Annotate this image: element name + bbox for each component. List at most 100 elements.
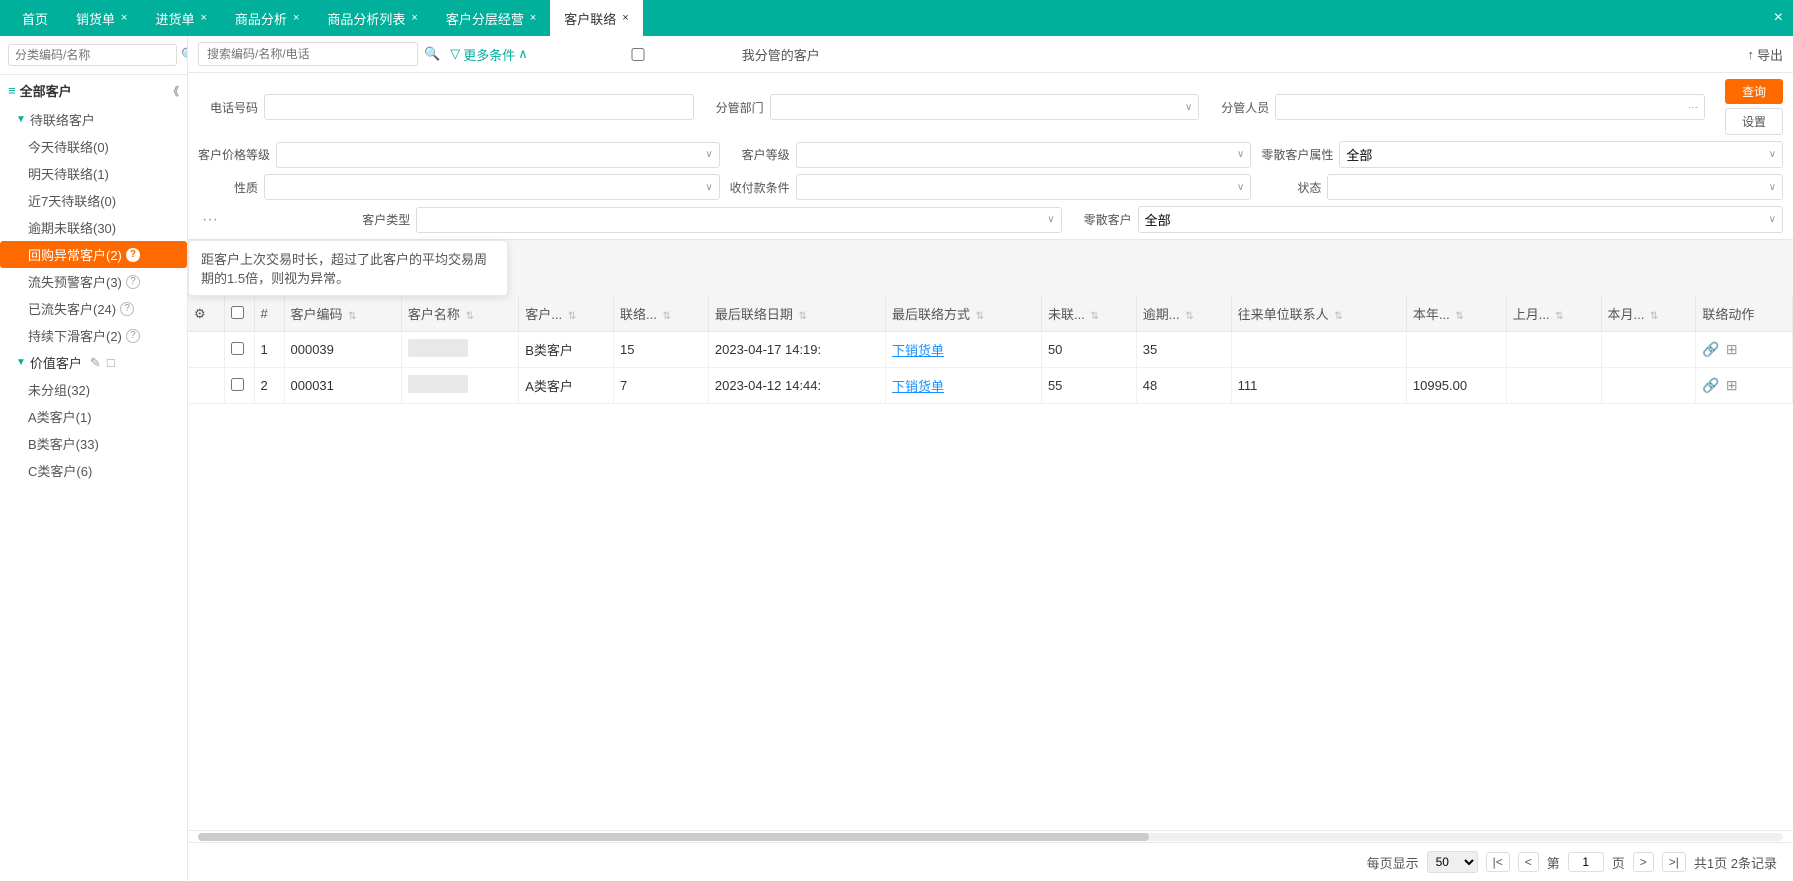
col-contact-person[interactable]: 往来单位联系人 ⇅ (1231, 296, 1406, 332)
row2-grid-icon[interactable]: ⊞ (1726, 377, 1738, 394)
per-page-label: 每页显示 (1367, 853, 1419, 872)
row1-contact-method-link[interactable]: 下销货单 (892, 343, 944, 358)
window-close-icon[interactable]: × (1774, 9, 1783, 27)
nav-product-analysis[interactable]: 商品分析 × (221, 0, 313, 36)
sidebar-value-customer-group[interactable]: ▼ 价值客户 ✎ □ (0, 349, 187, 376)
retail-attr-select[interactable]: 全部 ∨ (1339, 141, 1783, 168)
col-this-year[interactable]: 本年... ⇅ (1406, 296, 1506, 332)
search-bar-icon[interactable]: 🔍 (424, 46, 440, 62)
sidebar-body: ≡ 全部客户 《 ▼ 待联络客户 今天待联络(0) 明天待联络(1) 近7天待联… (0, 75, 187, 881)
select-all-checkbox[interactable] (231, 306, 244, 319)
close-purchase-order-icon[interactable]: × (200, 12, 206, 24)
col-customer-name[interactable]: 客户名称 ⇅ (401, 296, 518, 332)
col-contact[interactable]: 联络... ⇅ (614, 296, 709, 332)
close-product-analysis-list-icon[interactable]: × (411, 12, 417, 24)
col-this-month[interactable]: 本月... ⇅ (1601, 296, 1696, 332)
price-level-select[interactable]: ∨ (276, 142, 720, 168)
status-select[interactable]: ∨ (1327, 174, 1783, 200)
col-customer-type[interactable]: 客户... ⇅ (519, 296, 614, 332)
phone-input[interactable] (264, 94, 694, 120)
row2-last-month (1506, 368, 1601, 404)
sidebar-item-already-lost[interactable]: 已流失客户(24) ? (0, 295, 187, 322)
my-customers-checkbox[interactable]: 我分管的客户 (538, 45, 820, 64)
col-last-month[interactable]: 上月... ⇅ (1506, 296, 1601, 332)
page-label: 第 (1547, 853, 1560, 872)
nav-customer-contact[interactable]: 客户联络 × (550, 0, 642, 36)
row2-customer-code[interactable]: 000031 (284, 368, 401, 404)
sidebar-item-lost-predicted[interactable]: 流失预警客户(3) ? (0, 268, 187, 295)
sidebar-item-ungrouped[interactable]: 未分组(32) (0, 376, 187, 403)
row2-select-checkbox[interactable] (231, 378, 244, 391)
setting-button[interactable]: 设置 (1725, 108, 1783, 135)
row1-settings (188, 332, 224, 368)
gender-select[interactable]: ∨ (264, 174, 720, 200)
row1-link-icon[interactable]: 🔗 (1702, 341, 1719, 358)
sidebar-item-week-contact[interactable]: 近7天待联络(0) (0, 187, 187, 214)
sidebar-item-today-contact[interactable]: 今天待联络(0) (0, 133, 187, 160)
nav-home[interactable]: 首页 (8, 0, 62, 36)
row1-grid-icon[interactable]: ⊞ (1726, 341, 1738, 358)
prev-page-btn[interactable]: < (1518, 852, 1539, 872)
sidebar-item-overdue-contact[interactable]: 逾期未联络(30) (0, 214, 187, 241)
filter-bar: 🔍 ▽ 更多条件 ∧ 我分管的客户 ↑ 导出 (188, 36, 1793, 73)
col-customer-code[interactable]: 客户编码 ⇅ (284, 296, 401, 332)
export-btn[interactable]: ↑ 导出 (1747, 45, 1783, 64)
first-page-btn[interactable]: |< (1486, 852, 1510, 872)
page-input[interactable] (1568, 852, 1604, 872)
sidebar-search-input[interactable] (8, 44, 177, 66)
sidebar-item-declining[interactable]: 持续下滑客户(2) ? (0, 322, 187, 349)
sidebar-item-b-class[interactable]: B类客户(33) (0, 430, 187, 457)
retail-customer-label: 零散客户 (1072, 211, 1132, 228)
sidebar-item-repurchase-abnormal[interactable]: 回购异常客户(2) ? (0, 241, 187, 268)
query-button[interactable]: 查询 (1725, 79, 1783, 104)
row1-select-checkbox[interactable] (231, 342, 244, 355)
row2-contact-method-link[interactable]: 下销货单 (892, 379, 944, 394)
payment-select[interactable]: ∨ (796, 174, 1252, 200)
customer-level-select[interactable]: ∨ (796, 142, 1252, 168)
close-sales-order-icon[interactable]: × (121, 12, 127, 24)
close-product-analysis-icon[interactable]: × (293, 12, 299, 24)
retail-customer-select[interactable]: 全部 ∨ (1138, 206, 1783, 233)
col-last-contact-method[interactable]: 最后联络方式 ⇅ (885, 296, 1041, 332)
sidebar-search-icon[interactable]: 🔍 (181, 47, 188, 63)
per-page-select[interactable]: 50 100 200 (1427, 851, 1478, 873)
last-page-btn[interactable]: >| (1662, 852, 1686, 872)
chevron-up-icon: ∧ (518, 46, 528, 62)
my-customers-check[interactable] (538, 48, 738, 61)
scrollbar-thumb[interactable] (198, 833, 1149, 841)
col-overdue[interactable]: 逾期... ⇅ (1136, 296, 1231, 332)
top-nav: 首页 销货单 × 进货单 × 商品分析 × 商品分析列表 × 客户分层经营 × … (0, 0, 1793, 36)
sidebar-item-tomorrow-contact[interactable]: 明天待联络(1) (0, 160, 187, 187)
sort-customer-type-icon: ⇅ (568, 311, 576, 322)
sidebar-value-customer-add-icon[interactable]: □ (107, 355, 115, 370)
branch-dept-select[interactable]: ∨ (770, 94, 1200, 120)
col-last-contact-date[interactable]: 最后联络日期 ⇅ (708, 296, 885, 332)
extended-filters: 电话号码 分管部门 ∨ 分管人员 ··· (188, 73, 1793, 240)
close-customer-contact-icon[interactable]: × (622, 12, 628, 24)
row1-customer-code[interactable]: 000039 (284, 332, 401, 368)
customer-type-select[interactable]: ∨ (416, 207, 1061, 233)
sidebar-collapse-btn[interactable]: 《 (168, 83, 179, 99)
nav-purchase-order[interactable]: 进货单 × (141, 0, 220, 36)
search-input[interactable] (198, 42, 418, 66)
next-page-btn[interactable]: > (1633, 852, 1654, 872)
sidebar-item-a-class[interactable]: A类客户(1) (0, 403, 187, 430)
row2-link-icon[interactable]: 🔗 (1702, 377, 1719, 394)
horizontal-scrollbar[interactable] (188, 830, 1793, 842)
nav-sales-order[interactable]: 销货单 × (62, 0, 141, 36)
row1-last-contact-method[interactable]: 下销货单 (885, 332, 1041, 368)
col-no-contact[interactable]: 未联... ⇅ (1041, 296, 1136, 332)
close-customer-stratification-icon[interactable]: × (530, 12, 536, 24)
more-conditions-btn[interactable]: ▽ 更多条件 ∧ (450, 45, 528, 64)
row1-checkbox (224, 332, 254, 368)
sidebar-pending-contact-group[interactable]: ▼ 待联络客户 (0, 106, 187, 133)
sidebar-item-c-class[interactable]: C类客户(6) (0, 457, 187, 484)
nav-customer-stratification[interactable]: 客户分层经营 × (432, 0, 550, 36)
sidebar-all-customers-title: ≡ 全部客户 《 (0, 75, 187, 106)
col-settings[interactable]: ⚙ (188, 296, 224, 332)
sidebar-value-customer-edit-icon[interactable]: ✎ (90, 355, 101, 371)
more-filters-icon[interactable]: ··· (198, 211, 222, 229)
branch-staff-select[interactable]: ··· (1275, 94, 1705, 120)
nav-product-analysis-list[interactable]: 商品分析列表 × (313, 0, 431, 36)
row2-last-contact-method[interactable]: 下销货单 (885, 368, 1041, 404)
